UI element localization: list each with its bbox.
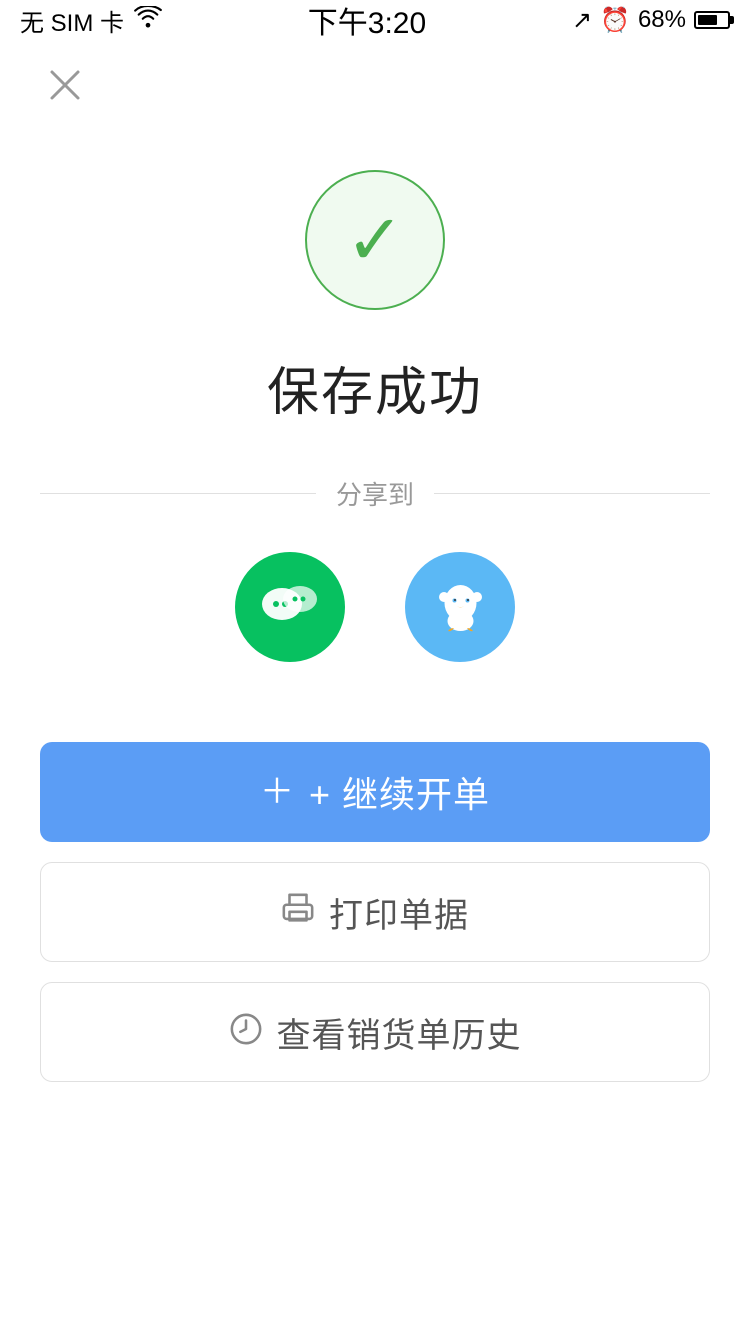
plus-icon: ＋ [260, 775, 295, 809]
status-right: ↗ ⏰ 68% [572, 6, 730, 35]
print-icon [281, 892, 315, 932]
action-buttons: ＋ + 继续开单 打印单据 查看销货单历史 [40, 742, 710, 1082]
close-button[interactable] [40, 60, 90, 110]
share-label: 分享到 [336, 475, 414, 512]
success-circle: ✓ [305, 170, 445, 310]
qq-share-button[interactable] [405, 552, 515, 662]
wechat-share-button[interactable] [235, 552, 345, 662]
print-label: 打印单据 [329, 888, 469, 937]
location-icon: ↗ [572, 6, 592, 35]
status-left: 无 SIM 卡 [20, 3, 162, 38]
history-button[interactable]: 查看销货单历史 [40, 982, 710, 1082]
status-time: 下午3:20 [308, 0, 426, 42]
history-icon [229, 1012, 263, 1052]
checkmark-icon: ✓ [346, 205, 405, 275]
battery-percentage: 68% [638, 6, 686, 34]
divider-right [434, 493, 710, 494]
share-divider: 分享到 [40, 475, 710, 512]
main-content: ✓ 保存成功 分享到 [0, 40, 750, 1334]
share-icons [40, 552, 710, 662]
alarm-icon: ⏰ [600, 6, 630, 35]
status-bar: 无 SIM 卡 下午3:20 ↗ ⏰ 68% [0, 0, 750, 40]
print-button[interactable]: 打印单据 [40, 862, 710, 962]
battery-icon [694, 11, 730, 29]
continue-order-button[interactable]: ＋ + 继续开单 [40, 742, 710, 842]
close-button-container [40, 40, 710, 110]
wifi-icon [134, 6, 162, 35]
share-section: 分享到 [40, 475, 710, 662]
history-label: 查看销货单历史 [277, 1008, 522, 1057]
divider-left [40, 493, 316, 494]
no-sim-label: 无 SIM 卡 [20, 3, 124, 38]
continue-order-label: + 继续开单 [309, 766, 490, 818]
wechat-icon [255, 572, 325, 642]
success-title: 保存成功 [267, 350, 483, 425]
qq-icon [428, 575, 493, 640]
